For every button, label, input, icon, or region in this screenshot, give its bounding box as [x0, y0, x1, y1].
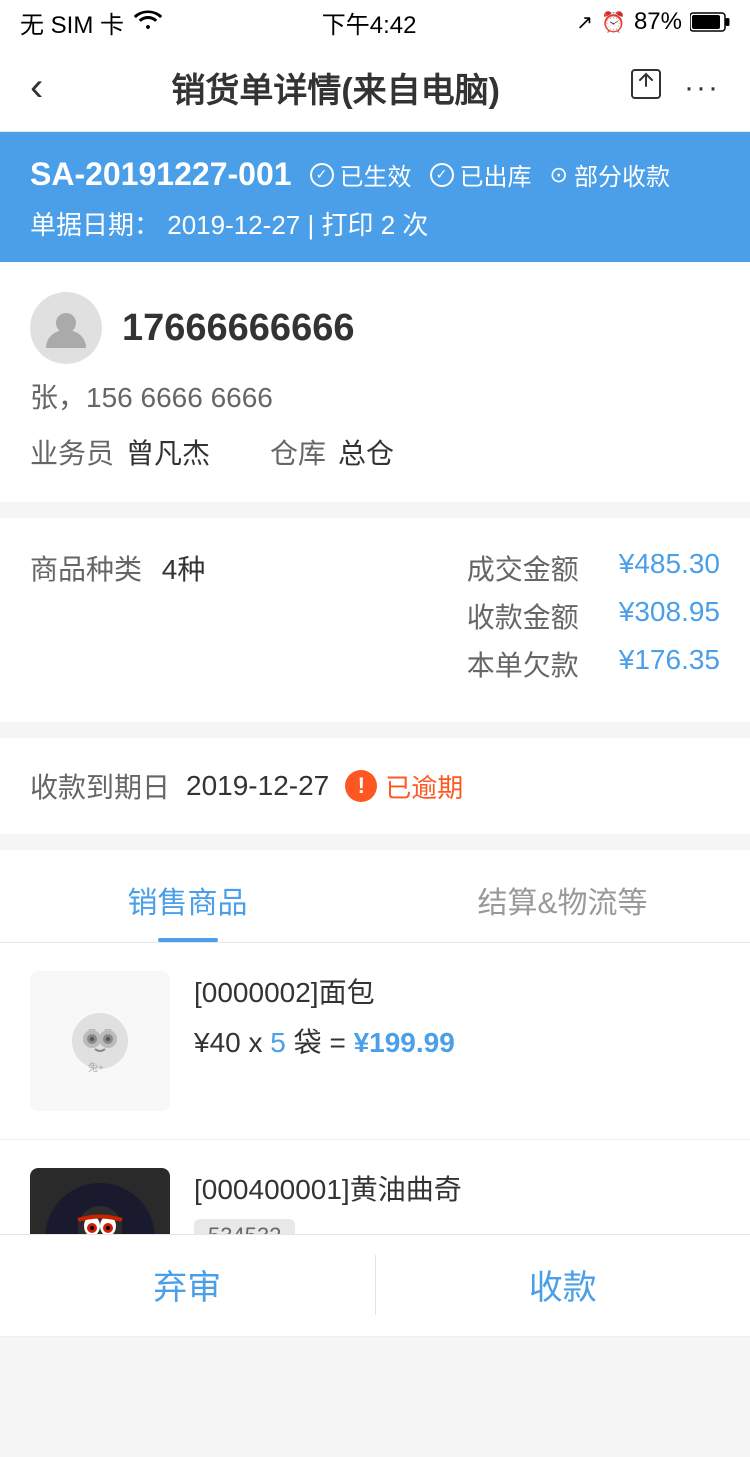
cancel-button[interactable]: 弃审	[0, 1235, 375, 1334]
overdue-badge: ! 已逾期	[345, 768, 463, 805]
location-icon: ↗	[576, 10, 593, 35]
nav-bar: ‹ 销货单详情(来自电脑) ···	[0, 44, 750, 132]
category-count: 4种	[162, 554, 206, 585]
warehouse-item: 仓库 总仓	[270, 432, 394, 472]
price-eq-1: =	[329, 1027, 353, 1058]
time-display: 下午4:42	[322, 5, 417, 40]
order-date-row: 单据日期： 2019-12-27 | 打印 2 次	[30, 205, 720, 242]
order-id: SA-20191227-001	[30, 156, 292, 193]
bread-image-placeholder: 兔+	[30, 971, 170, 1111]
status-right: ↗ ⏰ 87%	[576, 8, 730, 36]
salesperson-value: 曾凡杰	[126, 432, 210, 472]
price-total-1: ¥199.99	[354, 1027, 455, 1058]
amount-value-2: ¥308.95	[619, 596, 720, 636]
summary-right: 成交金额 ¥485.30 收款金额 ¥308.95 本单欠款 ¥176.35	[467, 548, 720, 692]
status-badge-1: ✓ 已生效	[310, 157, 412, 192]
overdue-alert-icon: !	[345, 770, 377, 802]
svg-text:兔+: 兔+	[88, 1061, 104, 1074]
amount-row-3: 本单欠款 ¥176.35	[467, 644, 720, 684]
price-qty-1: 5	[270, 1027, 286, 1058]
amount-label-3: 本单欠款	[467, 644, 579, 684]
category-label: 商品种类	[30, 554, 142, 585]
status-badge-2: ✓ 已出库	[430, 157, 532, 192]
page-title: 销货单详情(来自电脑)	[171, 63, 500, 112]
nav-right[interactable]: ···	[628, 66, 720, 110]
confirm-button[interactable]: 收款	[376, 1235, 750, 1334]
price-separator-1: x	[249, 1027, 271, 1058]
customer-meta: 业务员 曾凡杰 仓库 总仓	[30, 432, 720, 472]
warehouse-value: 总仓	[338, 432, 394, 472]
overdue-label: 收款到期日	[30, 766, 170, 806]
summary-section: 商品种类 4种 成交金额 ¥485.30 收款金额 ¥308.95 本单欠款 ¥…	[0, 518, 750, 722]
product-name-1: [0000002]面包	[194, 971, 720, 1011]
status-text-3: 部分收款	[574, 157, 670, 192]
overdue-date: 2019-12-27	[186, 770, 329, 802]
overdue-text: 已逾期	[385, 768, 463, 805]
amount-value-1: ¥485.30	[619, 548, 720, 588]
bottom-bar: 弃审 收款	[0, 1234, 750, 1334]
tab-label-2: 结算&物流等	[477, 887, 647, 920]
salesperson-item: 业务员 曾凡杰	[30, 432, 210, 472]
share-icon[interactable]	[628, 66, 664, 110]
check-icon-1: ✓	[310, 163, 334, 187]
overdue-section: 收款到期日 2019-12-27 ! 已逾期	[0, 738, 750, 834]
summary-left: 商品种类 4种	[30, 548, 205, 592]
status-badge-3: ⊙ 部分收款	[550, 157, 670, 192]
print-info: 打印 2 次	[321, 210, 428, 240]
category-row: 商品种类 4种	[30, 548, 205, 588]
tab-label-1: 销售商品	[128, 887, 248, 920]
order-id-row: SA-20191227-001 ✓ 已生效 ✓ 已出库 ⊙ 部分收款	[30, 156, 720, 193]
warehouse-label: 仓库	[270, 432, 326, 472]
table-row: 兔+ [0000002]面包 ¥40 x 5 袋 = ¥199.99	[0, 943, 750, 1140]
tab-settlement[interactable]: 结算&物流等	[375, 850, 750, 942]
customer-name: 张，156 6666 6666	[30, 376, 720, 416]
carrier-text: 无 SIM 卡	[20, 5, 124, 40]
battery-text: 87%	[634, 8, 682, 36]
alarm-icon: ⏰	[601, 10, 626, 35]
nav-left[interactable]: ‹	[30, 65, 43, 110]
customer-top: 17666666666	[30, 292, 720, 364]
salesperson-label: 业务员	[30, 432, 114, 472]
amount-row-2: 收款金额 ¥308.95	[467, 596, 720, 636]
tabs-section: 销售商品 结算&物流等	[0, 850, 750, 943]
order-header: SA-20191227-001 ✓ 已生效 ✓ 已出库 ⊙ 部分收款 单据日期：…	[0, 132, 750, 262]
product-name-2: [000400001]黄油曲奇	[194, 1168, 720, 1208]
amount-value-3: ¥176.35	[619, 644, 720, 684]
customer-phone: 17666666666	[122, 307, 354, 350]
price-unit-1: ¥40	[194, 1027, 241, 1058]
order-date: 2019-12-27	[167, 210, 300, 240]
tabs-row[interactable]: 销售商品 结算&物流等	[0, 850, 750, 943]
tab-sales-products[interactable]: 销售商品	[0, 850, 375, 942]
product-image-1: 兔+	[30, 971, 170, 1111]
date-label: 单据日期：	[30, 210, 160, 240]
customer-avatar	[30, 292, 102, 364]
amount-label-1: 成交金额	[467, 548, 579, 588]
product-price-1: ¥40 x 5 袋 = ¥199.99	[194, 1021, 720, 1061]
wifi-icon	[134, 8, 162, 36]
date-separator: |	[307, 210, 321, 240]
more-icon[interactable]: ···	[684, 71, 720, 105]
battery-icon	[690, 11, 730, 33]
status-text-2: 已出库	[460, 157, 532, 192]
tab-underline	[158, 938, 218, 942]
product-info-1: [0000002]面包 ¥40 x 5 袋 = ¥199.99	[194, 971, 720, 1061]
check-icon-2: ✓	[430, 163, 454, 187]
status-left: 无 SIM 卡	[20, 5, 162, 40]
status-text-1: 已生效	[340, 157, 412, 192]
customer-section: 17666666666 张，156 6666 6666 业务员 曾凡杰 仓库 总…	[0, 262, 750, 502]
amount-row-1: 成交金额 ¥485.30	[467, 548, 720, 588]
amount-label-2: 收款金额	[467, 596, 579, 636]
price-qty-unit-1: 袋	[294, 1027, 322, 1058]
back-button[interactable]: ‹	[30, 65, 43, 110]
clock-icon: ⊙	[550, 162, 568, 188]
status-bar: 无 SIM 卡 下午4:42 ↗ ⏰ 87%	[0, 0, 750, 44]
